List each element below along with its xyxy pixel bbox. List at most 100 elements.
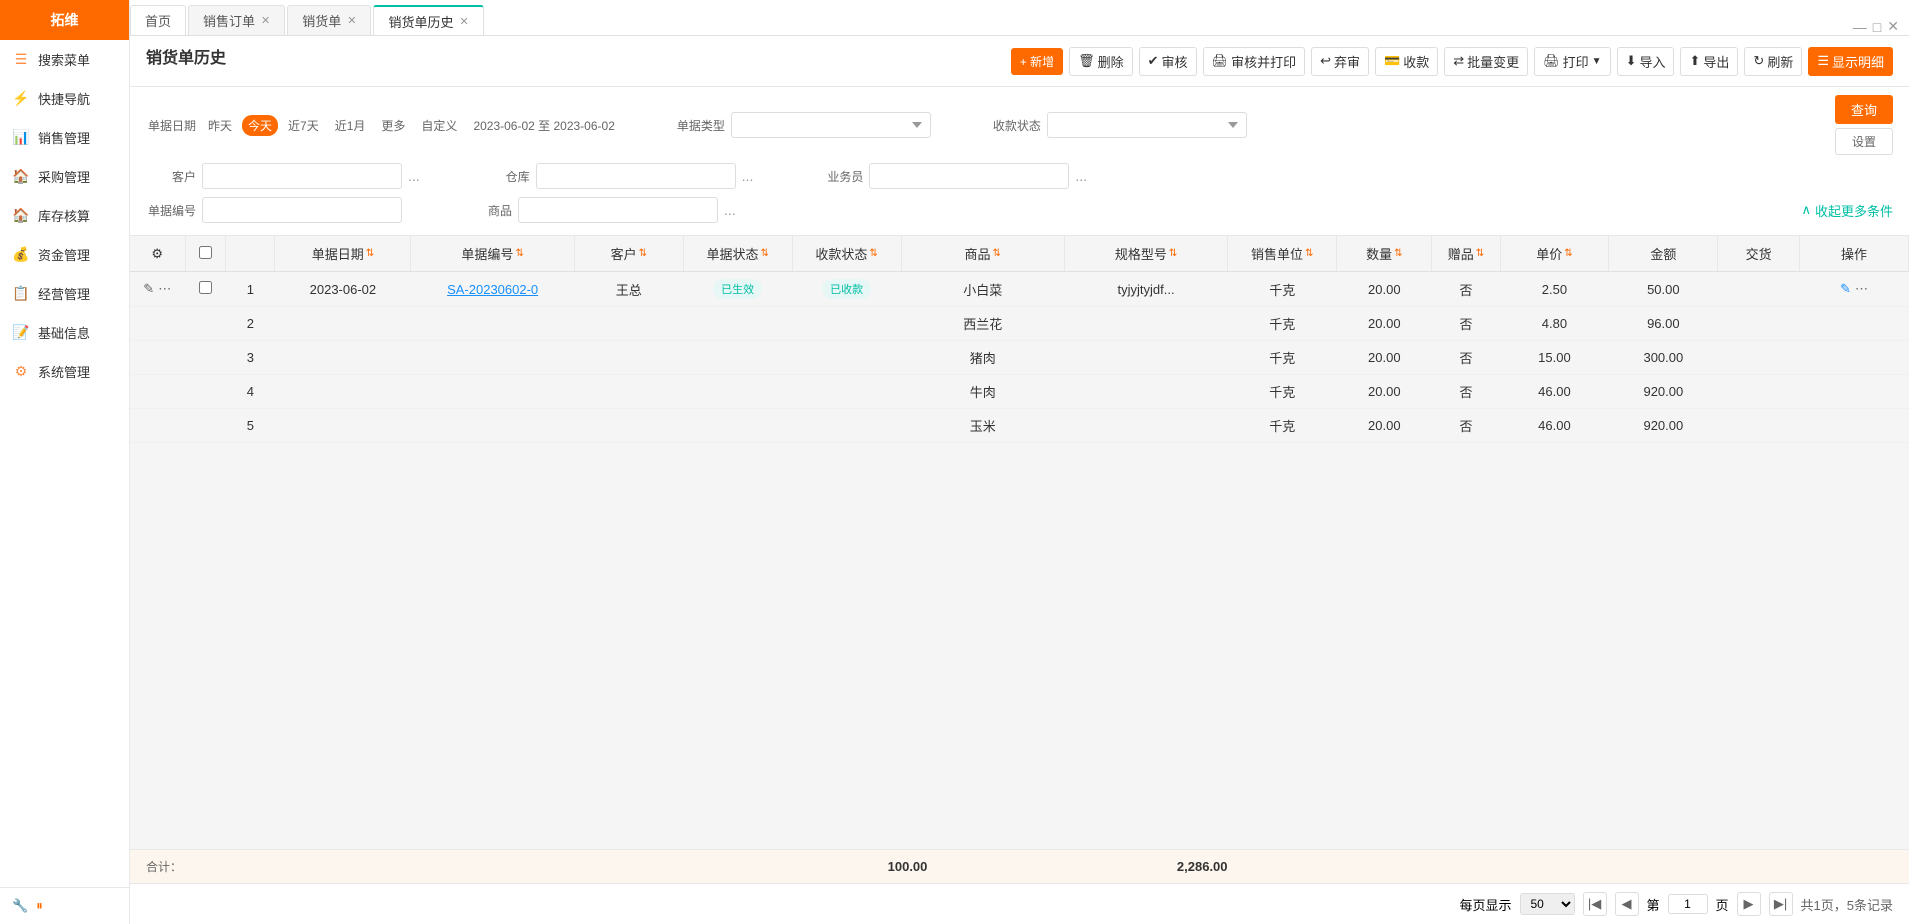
select-all-checkbox[interactable] — [199, 246, 212, 259]
th-settings[interactable]: ⚙ — [130, 236, 185, 272]
goods-ellipsis[interactable]: ... — [724, 202, 736, 218]
window-maximize-icon[interactable]: □ — [1873, 19, 1881, 35]
batch-change-button[interactable]: ⇄ 批量变更 — [1444, 47, 1528, 76]
salesperson-input[interactable] — [869, 163, 1069, 189]
tab-sales-history[interactable]: 销货单历史 ✕ — [373, 5, 483, 35]
warehouse-input[interactable] — [536, 163, 736, 189]
filter-warehouse: 仓库 ... — [480, 163, 754, 189]
display-button[interactable]: ☰ 显示明细 — [1808, 47, 1893, 76]
th-pay-status[interactable]: 收款状态 ⇅ — [792, 236, 901, 272]
row-settings-cell: ✎⋯ — [130, 272, 185, 307]
date-tag-1month[interactable]: 近1月 — [329, 115, 372, 136]
th-date[interactable]: 单据日期 ⇅ — [275, 236, 411, 272]
export-button[interactable]: ⬆ 导出 — [1680, 47, 1738, 76]
sidebar-item-sales-mgmt[interactable]: 📊 销售管理 — [0, 118, 129, 157]
date-tag-7days[interactable]: 近7天 — [282, 115, 325, 136]
customer-input[interactable] — [202, 163, 402, 189]
page-input[interactable]: 1 — [1668, 894, 1708, 914]
th-customer[interactable]: 客户 ⇅ — [574, 236, 683, 272]
th-goods[interactable]: 商品 ⇅ — [901, 236, 1064, 272]
import-button[interactable]: ⬇ 导入 — [1617, 47, 1675, 76]
docno-input[interactable] — [202, 197, 402, 223]
tab-home[interactable]: 首页 — [130, 5, 186, 35]
row-price: 15.00 — [1500, 341, 1609, 375]
row-action-more-icon[interactable]: ⋯ — [1855, 281, 1868, 296]
new-button[interactable]: + 新增 — [1011, 48, 1063, 75]
settings-bottom-icon[interactable]: 🔧 — [12, 898, 28, 914]
tab-sales-goods-close[interactable]: ✕ — [347, 14, 356, 27]
row-edit-icon[interactable]: ✎ — [143, 281, 154, 296]
window-close-icon[interactable]: ✕ — [1887, 18, 1899, 35]
sidebar-item-finance[interactable]: 💰 资金管理 — [0, 235, 129, 274]
row-action-edit-icon[interactable]: ✎ — [1840, 281, 1851, 296]
sidebar-item-quick-nav[interactable]: ⚡ 快捷导航 — [0, 79, 129, 118]
sidebar-item-operations[interactable]: 📋 经营管理 — [0, 274, 129, 313]
row-code — [411, 341, 574, 375]
row-code-link[interactable]: SA-20230602-0 — [447, 282, 538, 297]
th-code[interactable]: 单据编号 ⇅ — [411, 236, 574, 272]
purchase-mgmt-icon: 🏠 — [12, 168, 30, 186]
window-minimize-icon[interactable]: — — [1853, 19, 1867, 35]
date-tag-today[interactable]: 今天 — [242, 115, 278, 136]
prev-page-button[interactable]: ◀ — [1615, 892, 1639, 916]
delete-button[interactable]: 🗑 删除 — [1069, 47, 1133, 76]
th-unit[interactable]: 销售单位 ⇅ — [1228, 236, 1337, 272]
goods-input[interactable] — [518, 197, 718, 223]
next-page-button[interactable]: ▶ — [1737, 892, 1761, 916]
main-wrapper: 首页 销售订单 ✕ 销货单 ✕ 销货单历史 ✕ — □ ✕ 销货单历史 + 新增 — [130, 0, 1909, 924]
type-select[interactable] — [731, 112, 931, 138]
date-tag-custom[interactable]: 自定义 — [415, 115, 463, 136]
row-pay-status — [792, 375, 901, 409]
th-qty[interactable]: 数量 ⇅ — [1337, 236, 1432, 272]
row-checkbox-cell — [185, 307, 226, 341]
pay-status-badge: 已收款 — [822, 279, 871, 299]
date-tag-more[interactable]: 更多 — [375, 115, 411, 136]
tab-sales-history-close[interactable]: ✕ — [460, 15, 469, 28]
review-button[interactable]: ✔ 审核 — [1139, 47, 1197, 76]
query-button[interactable]: 查询 — [1835, 95, 1893, 124]
row-pay-status — [792, 341, 901, 375]
row-date — [275, 307, 411, 341]
row-trade — [1718, 272, 1800, 307]
th-spec[interactable]: 规格型号 ⇅ — [1064, 236, 1227, 272]
sidebar-item-search-menu[interactable]: ☰ 搜索菜单 — [0, 40, 129, 79]
filter-row-3: 单据编号 商品 ... ∧ 收起更多条件 — [146, 197, 1893, 223]
collapse-button[interactable]: ∧ 收起更多条件 — [1801, 201, 1893, 220]
pause-icon[interactable]: ⏸ — [36, 898, 43, 914]
setting-button[interactable]: 设置 — [1835, 128, 1893, 155]
tab-sales-order-close[interactable]: ✕ — [261, 14, 270, 27]
sidebar-item-label: 基础信息 — [38, 323, 90, 342]
column-settings-icon[interactable]: ⚙ — [151, 246, 163, 261]
sidebar-item-system[interactable]: ⚙ 系统管理 — [0, 352, 129, 391]
th-status[interactable]: 单据状态 ⇅ — [683, 236, 792, 272]
first-page-button[interactable]: |◀ — [1583, 892, 1607, 916]
print-button[interactable]: 🖨 打印 ▼ — [1534, 47, 1610, 76]
tab-sales-order[interactable]: 销售订单 ✕ — [188, 5, 285, 35]
row-more-icon[interactable]: ⋯ — [158, 281, 171, 296]
refresh-button[interactable]: ↻ 刷新 — [1744, 47, 1802, 76]
th-price[interactable]: 单价 ⇅ — [1500, 236, 1609, 272]
last-page-button[interactable]: ▶| — [1769, 892, 1793, 916]
sidebar-item-label: 搜索菜单 — [38, 50, 90, 69]
row-checkbox[interactable] — [199, 281, 212, 294]
date-tag-yesterday[interactable]: 昨天 — [202, 115, 238, 136]
salesperson-ellipsis[interactable]: ... — [1075, 168, 1087, 184]
discard-button[interactable]: ↩ 弃审 — [1311, 47, 1369, 76]
review-print-button[interactable]: 🖨 审核并打印 — [1203, 47, 1306, 76]
page-label: 第 — [1647, 895, 1660, 914]
sidebar-item-purchase-mgmt[interactable]: 🏠 采购管理 — [0, 157, 129, 196]
warehouse-ellipsis[interactable]: ... — [742, 168, 754, 184]
row-goods: 牛肉 — [901, 375, 1064, 409]
pay-status-select[interactable] — [1047, 112, 1247, 138]
delete-icon: 🗑 — [1078, 53, 1095, 69]
export-icon: ⬆ — [1689, 53, 1700, 69]
th-gift[interactable]: 赠品 ⇅ — [1432, 236, 1500, 272]
customer-ellipsis[interactable]: ... — [408, 168, 420, 184]
collect-button[interactable]: 💳 收款 — [1375, 47, 1438, 76]
per-page-select[interactable]: 50 100 200 — [1520, 893, 1575, 915]
sidebar-item-inventory[interactable]: 🏠 库存核算 — [0, 196, 129, 235]
sidebar-item-basic-info[interactable]: 📝 基础信息 — [0, 313, 129, 352]
tab-sales-goods[interactable]: 销货单 ✕ — [287, 5, 371, 35]
table-header-row: ⚙ 单据日期 ⇅ 单据编号 ⇅ — [130, 236, 1909, 272]
row-trade — [1718, 409, 1800, 443]
